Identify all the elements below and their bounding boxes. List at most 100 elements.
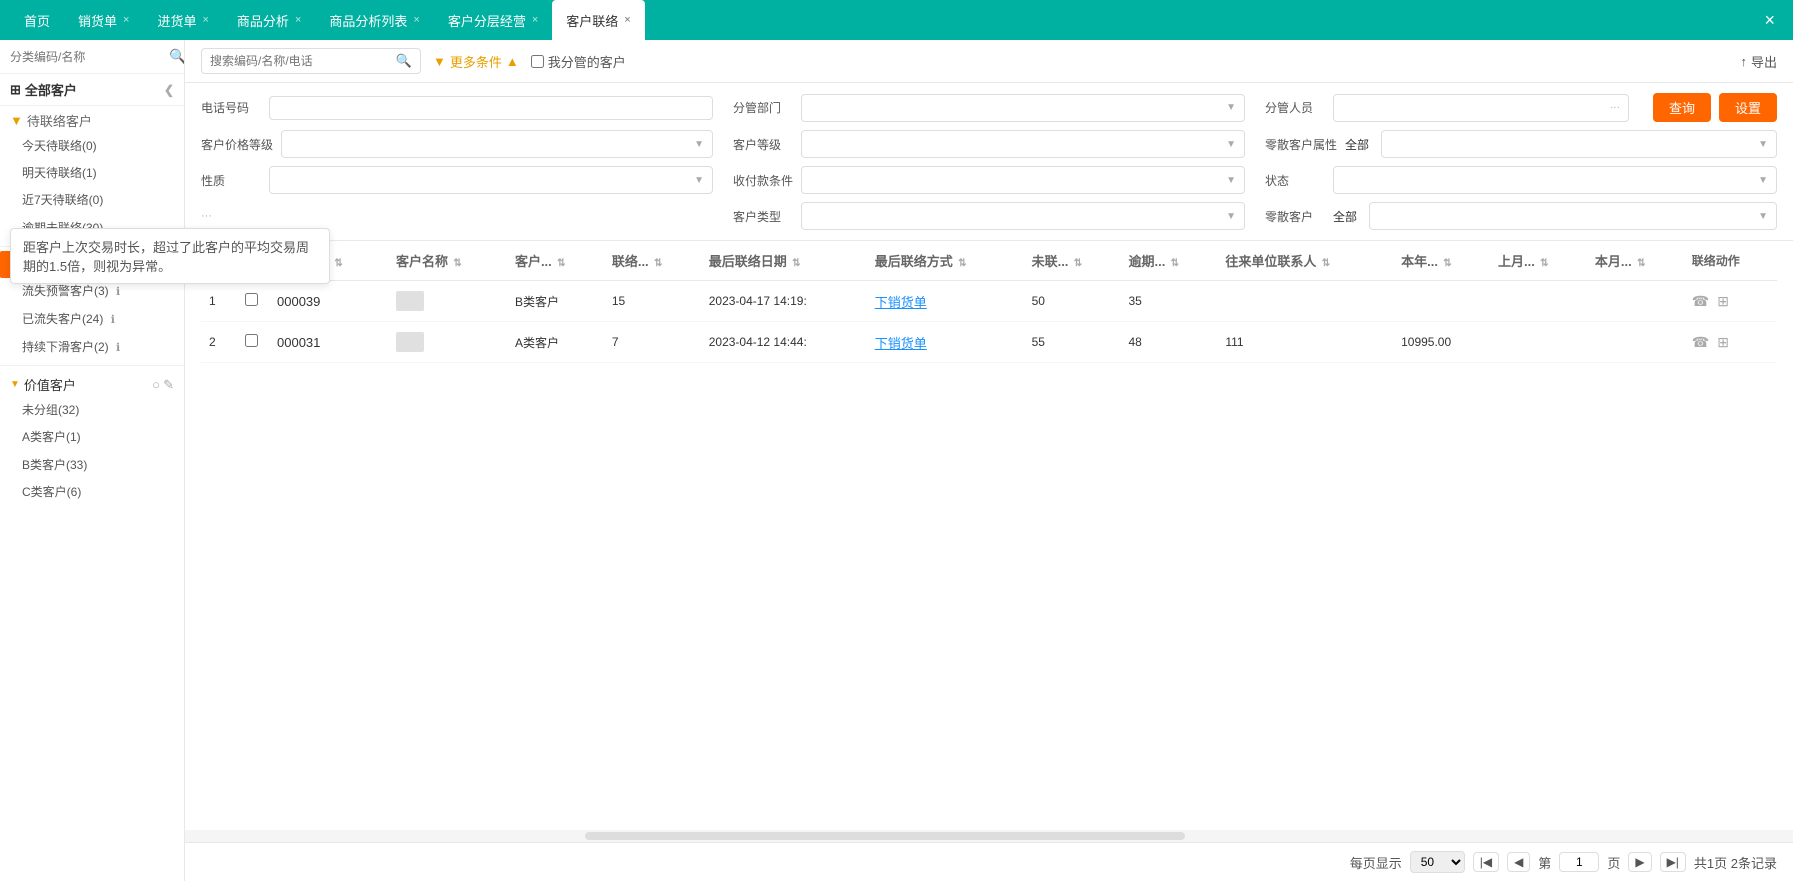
row2-type: A类客户 (507, 322, 604, 363)
row2-checkbox (237, 322, 269, 363)
row2-contact-count: 7 (604, 322, 701, 363)
sort-icon-date[interactable]: ⇅ (792, 258, 800, 269)
nav-home[interactable]: 首页 (10, 0, 64, 40)
row2-checkbox-input[interactable] (245, 334, 258, 347)
search-input[interactable] (210, 54, 392, 68)
sidebar-item-declining[interactable]: 持续下滑客户(2) ℹ (0, 334, 184, 362)
filter-price-grade-select[interactable]: ▼ (281, 130, 713, 158)
chevron-down-icon-status: ▼ (1758, 175, 1768, 186)
nav-sales-order[interactable]: 销货单 × (64, 0, 143, 40)
export-btn[interactable]: ↑ 导出 (1740, 52, 1777, 71)
my-customers-checkbox[interactable] (531, 55, 544, 68)
sort-icon-overdue[interactable]: ⇅ (1171, 258, 1179, 269)
nav-close-purchase[interactable]: × (202, 14, 208, 26)
filter-customer-grade-select[interactable]: ▼ (801, 130, 1245, 158)
settings-button[interactable]: 设置 (1719, 93, 1777, 122)
nav-customer-tier[interactable]: 客户分层经营 × (434, 0, 552, 40)
sidebar-item-c-class[interactable]: C类客户(6) (0, 479, 184, 506)
nav-close-product-analysis[interactable]: × (295, 14, 301, 26)
nav-customer-contact[interactable]: 客户联络 × (552, 0, 644, 40)
row1-checkbox (237, 281, 269, 322)
chevron-down-icon-nature: ▼ (694, 175, 704, 186)
filter-payment-select[interactable]: ▼ (801, 166, 1245, 194)
horizontal-scrollbar[interactable] (185, 830, 1793, 842)
edit-group-icon[interactable]: ✎ (163, 377, 174, 393)
query-button[interactable]: 查询 (1653, 93, 1711, 122)
my-customers-checkbox-area: 我分管的客户 (531, 52, 626, 71)
filter-phone-label: 电话号码 (201, 99, 261, 116)
sidebar-item-lost[interactable]: 已流失客户(24) ℹ (0, 306, 184, 334)
nav-close-customer-contact[interactable]: × (624, 14, 630, 26)
sort-icon-person[interactable]: ⇅ (1322, 258, 1330, 269)
chevron-down-icon-type: ▼ (1226, 211, 1236, 222)
total-records-label: 共1页 2条记录 (1694, 853, 1777, 872)
row1-method-link[interactable]: 下销货单 (875, 295, 927, 310)
search-submit-icon[interactable]: 🔍 (396, 53, 412, 69)
nav-close-product-list[interactable]: × (413, 14, 419, 26)
sort-icon-contact[interactable]: ⇅ (654, 258, 662, 269)
per-page-label: 每页显示 (1350, 853, 1402, 872)
nav-product-analysis[interactable]: 商品分析 × (223, 0, 315, 40)
sort-icon-lastmonth[interactable]: ⇅ (1540, 258, 1548, 269)
row2-contact-icon[interactable]: ☎ (1692, 334, 1709, 351)
sidebar-all-customers[interactable]: ⊞ 全部客户 ❮ (0, 74, 184, 106)
sidebar-item-ungrouped[interactable]: 未分组(32) (0, 397, 184, 424)
add-group-icon[interactable]: ○ (152, 377, 160, 393)
sidebar-item-b-class[interactable]: B类客户(33) (0, 452, 184, 479)
nav-close-customer-tier[interactable]: × (532, 14, 538, 26)
filter-nature-select[interactable]: ▼ (269, 166, 713, 194)
sort-icon-unlinkd[interactable]: ⇅ (1074, 258, 1082, 269)
filter-more-btn[interactable]: ··· (201, 210, 212, 222)
row2-more-icon[interactable]: ⊞ (1717, 334, 1729, 351)
sidebar-search-input[interactable] (10, 50, 165, 64)
filter-row-4: ··· 客户类型 ▼ 零散客户 全部 ▼ (201, 202, 1777, 230)
filter-status-label: 状态 (1265, 172, 1325, 189)
row2-last-method: 下销货单 (867, 322, 1024, 363)
chevron-down-icon-payment: ▼ (1226, 175, 1236, 186)
sidebar-pending-group[interactable]: ▼ 待联络客户 (0, 106, 184, 133)
per-page-select[interactable]: 50 100 200 (1410, 851, 1465, 873)
filter-customer-grade-label: 客户等级 (733, 136, 793, 153)
sidebar-item-7days[interactable]: 近7天待联络(0) (0, 187, 184, 214)
page-input[interactable] (1559, 852, 1599, 872)
row1-checkbox-input[interactable] (245, 293, 258, 306)
sort-icon-thisyear[interactable]: ⇅ (1443, 258, 1451, 269)
scroll-thumb[interactable] (585, 832, 1185, 840)
nav-close-sales[interactable]: × (123, 14, 129, 26)
nav-product-analysis-list[interactable]: 商品分析列表 × (315, 0, 433, 40)
sort-icon-type[interactable]: ⇅ (557, 258, 565, 269)
sidebar-collapse-btn[interactable]: ❮ (164, 83, 174, 97)
filter-phone-row: 电话号码 (201, 93, 713, 122)
col-header-name: 客户名称 ⇅ (388, 241, 507, 281)
prev-page-btn[interactable]: ◀ (1507, 852, 1530, 872)
next-page-btn[interactable]: ▶ (1628, 852, 1651, 872)
sidebar-item-a-class[interactable]: A类客户(1) (0, 424, 184, 451)
filter-customer-type-select[interactable]: ▼ (801, 202, 1245, 230)
window-close-btn[interactable]: × (1756, 10, 1783, 31)
row2-last-date: 2023-04-12 14:44: (701, 322, 867, 363)
nav-purchase-order[interactable]: 进货单 × (143, 0, 222, 40)
sort-icon-thismonth[interactable]: ⇅ (1637, 258, 1645, 269)
filter-retail-customer-select[interactable]: ▼ (1369, 202, 1777, 230)
sort-icon-name[interactable]: ⇅ (453, 258, 461, 269)
sidebar-search-icon[interactable]: 🔍 (169, 48, 185, 65)
filter-phone-input[interactable] (269, 96, 713, 120)
row1-more-icon[interactable]: ⊞ (1717, 293, 1729, 310)
sidebar-item-tomorrow[interactable]: 明天待联络(1) (0, 160, 184, 187)
row1-contact-icon[interactable]: ☎ (1692, 293, 1709, 310)
filter-status-select[interactable]: ▼ (1333, 166, 1777, 194)
first-page-btn[interactable]: |◀ (1473, 852, 1499, 872)
last-page-btn[interactable]: ▶| (1660, 852, 1686, 872)
sidebar-value-customers-group[interactable]: ▼ 价值客户 ○ ✎ (0, 370, 184, 397)
row2-method-link[interactable]: 下销货单 (875, 336, 927, 351)
more-conditions-btn[interactable]: ▼ 更多条件 ▲ (433, 52, 519, 71)
sort-icon-method[interactable]: ⇅ (958, 258, 966, 269)
sort-icon-code[interactable]: ⇅ (334, 258, 342, 269)
sidebar-item-today[interactable]: 今天待联络(0) (0, 133, 184, 160)
filter-customer-type-row: 客户类型 ▼ (733, 202, 1245, 230)
row1-unlinkd: 50 (1024, 281, 1121, 322)
filter-manager-select[interactable]: ··· (1333, 94, 1629, 122)
filter-dept-label: 分管部门 (733, 99, 793, 116)
filter-dept-select[interactable]: ▼ (801, 94, 1245, 122)
filter-retail-attr-select[interactable]: ▼ (1381, 130, 1777, 158)
